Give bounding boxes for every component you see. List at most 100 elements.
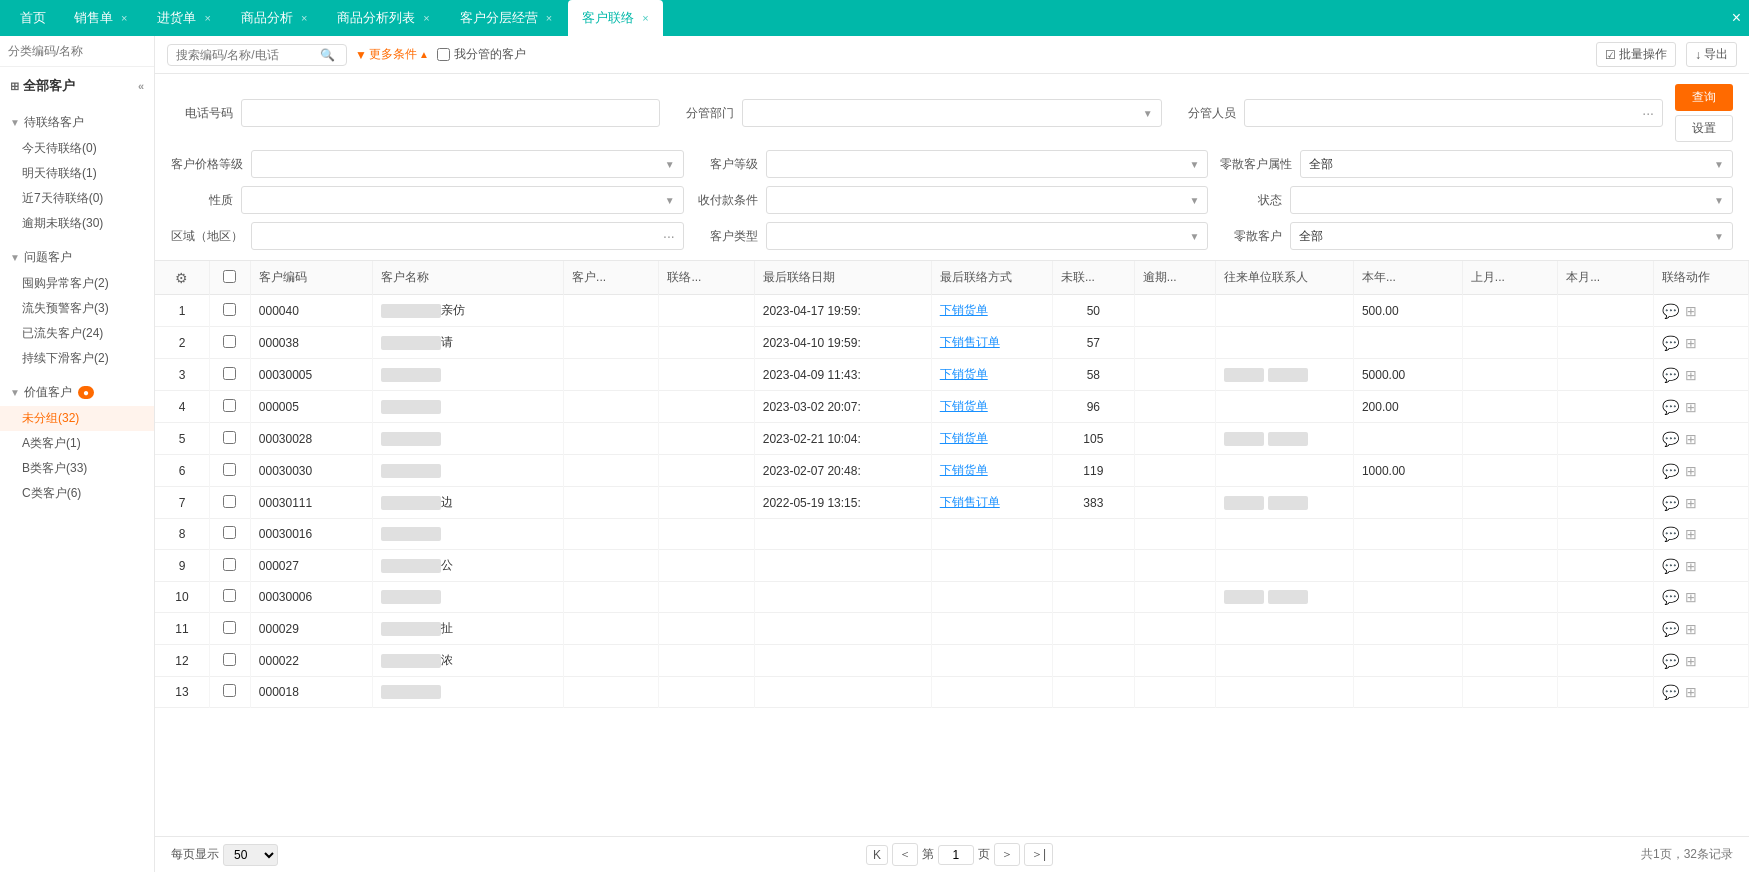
sidebar-item-churned[interactable]: 已流失客户(24) (0, 321, 154, 346)
grid-action-icon[interactable]: ⊞ (1685, 653, 1697, 669)
contact-method-link[interactable]: 下销货单 (940, 399, 988, 413)
nav-home[interactable]: 首页 (8, 0, 58, 36)
sidebar-item-class-c[interactable]: C类客户(6) (0, 481, 154, 506)
row-checkbox[interactable] (223, 653, 236, 666)
row-checkbox[interactable] (223, 621, 236, 634)
query-btn[interactable]: 查询 (1675, 84, 1733, 111)
retail-customer-select[interactable]: 全部 ▼ (1290, 222, 1733, 250)
message-icon[interactable]: 💬 (1662, 495, 1679, 511)
sidebar-collapse-btn[interactable]: « (138, 80, 144, 92)
grid-action-icon[interactable]: ⊞ (1685, 621, 1697, 637)
nav-tab-analysis[interactable]: 商品分析 × (227, 0, 321, 36)
nav-tab-analysis-list[interactable]: 商品分析列表 × (323, 0, 443, 36)
export-btn[interactable]: ↓ 导出 (1686, 42, 1737, 67)
nature-select[interactable]: ▼ (241, 186, 684, 214)
batch-operation-btn[interactable]: ☑ 批量操作 (1596, 42, 1676, 67)
message-icon[interactable]: 💬 (1662, 589, 1679, 605)
sidebar-item-7days[interactable]: 近7天待联络(0) (0, 186, 154, 211)
close-analysis-list-tab[interactable]: × (423, 0, 429, 36)
my-customers-filter[interactable]: 我分管的客户 (437, 46, 526, 63)
filter-search-icon[interactable]: 🔍 (320, 48, 335, 62)
contact-method-link[interactable]: 下销货单 (940, 431, 988, 445)
nav-tab-customer-segment[interactable]: 客户分层经营 × (446, 0, 566, 36)
contact-method-link[interactable]: 下销售订单 (940, 335, 1000, 349)
status-select[interactable]: ▼ (1290, 186, 1733, 214)
message-icon[interactable]: 💬 (1662, 526, 1679, 542)
sidebar-all-customers[interactable]: ⊞ 全部客户 « (0, 71, 154, 101)
contact-method-link[interactable]: 下销货单 (940, 367, 988, 381)
contact-method-link[interactable]: 下销售订单 (940, 495, 1000, 509)
gear-icon[interactable]: ⚙ (171, 268, 192, 288)
contact-method-link[interactable]: 下销货单 (940, 463, 988, 477)
first-page-btn[interactable]: K (866, 845, 888, 865)
message-icon[interactable]: 💬 (1662, 684, 1679, 700)
message-icon[interactable]: 💬 (1662, 653, 1679, 669)
row-checkbox[interactable] (223, 495, 236, 508)
window-close-btn[interactable]: × (1732, 9, 1741, 27)
filter-more-btn[interactable]: ▼ 更多条件 ▲ (355, 46, 429, 63)
sidebar-item-unclassified[interactable]: 未分组(32) (0, 406, 154, 431)
row-checkbox[interactable] (223, 684, 236, 697)
row-checkbox[interactable] (223, 463, 236, 476)
phone-input[interactable] (241, 99, 660, 127)
message-icon[interactable]: 💬 (1662, 558, 1679, 574)
close-sales-tab[interactable]: × (121, 0, 127, 36)
reset-btn[interactable]: 设置 (1675, 115, 1733, 142)
message-icon[interactable]: 💬 (1662, 399, 1679, 415)
row-checkbox[interactable] (223, 431, 236, 444)
last-page-btn[interactable]: ＞| (1024, 843, 1053, 866)
nav-tab-purchase[interactable]: 进货单 × (143, 0, 224, 36)
sidebar-pending-group[interactable]: ▼ 待联络客户 (0, 109, 154, 136)
message-icon[interactable]: 💬 (1662, 463, 1679, 479)
row-checkbox[interactable] (223, 303, 236, 316)
sidebar-value-group[interactable]: ▼ 价值客户 ● (0, 379, 154, 406)
person-select[interactable]: ··· (1244, 99, 1663, 127)
sidebar-search-input[interactable] (8, 44, 155, 58)
row-checkbox[interactable] (223, 526, 236, 539)
select-all-checkbox[interactable] (223, 270, 236, 283)
sidebar-item-overdue[interactable]: 逾期未联络(30) (0, 211, 154, 236)
grid-action-icon[interactable]: ⊞ (1685, 431, 1697, 447)
sidebar-item-churn-warning[interactable]: 流失预警客户(3) (0, 296, 154, 321)
grid-action-icon[interactable]: ⊞ (1685, 558, 1697, 574)
next-page-btn[interactable]: ＞ (994, 843, 1020, 866)
payment-select[interactable]: ▼ (766, 186, 1209, 214)
grid-action-icon[interactable]: ⊞ (1685, 589, 1697, 605)
sidebar-item-declining[interactable]: 持续下滑客户(2) (0, 346, 154, 371)
sidebar-item-class-a[interactable]: A类客户(1) (0, 431, 154, 456)
filter-search-input[interactable] (176, 48, 316, 62)
sidebar-item-tomorrow[interactable]: 明天待联络(1) (0, 161, 154, 186)
row-checkbox[interactable] (223, 589, 236, 602)
region-select[interactable]: ··· (251, 222, 684, 250)
message-icon[interactable]: 💬 (1662, 367, 1679, 383)
grid-action-icon[interactable]: ⊞ (1685, 526, 1697, 542)
nav-tab-sales[interactable]: 销售单 × (60, 0, 141, 36)
close-contact-tab[interactable]: × (642, 0, 648, 36)
contact-method-link[interactable]: 下销货单 (940, 303, 988, 317)
grid-action-icon[interactable]: ⊞ (1685, 367, 1697, 383)
row-checkbox[interactable] (223, 558, 236, 571)
message-icon[interactable]: 💬 (1662, 431, 1679, 447)
customer-level-select[interactable]: ▼ (766, 150, 1209, 178)
nav-tab-customer-contact[interactable]: 客户联络 × (568, 0, 662, 36)
row-checkbox[interactable] (223, 399, 236, 412)
message-icon[interactable]: 💬 (1662, 303, 1679, 319)
customer-type-select[interactable]: ▼ (766, 222, 1209, 250)
sidebar-problem-group[interactable]: ▼ 问题客户 (0, 244, 154, 271)
row-checkbox[interactable] (223, 335, 236, 348)
close-analysis-tab[interactable]: × (301, 0, 307, 36)
grid-action-icon[interactable]: ⊞ (1685, 495, 1697, 511)
sidebar-item-today[interactable]: 今天待联络(0) (0, 136, 154, 161)
close-purchase-tab[interactable]: × (204, 0, 210, 36)
retail-attr-select[interactable]: 全部 ▼ (1300, 150, 1733, 178)
per-page-select[interactable]: 102050100 (223, 844, 278, 866)
my-customers-checkbox[interactable] (437, 48, 450, 61)
grid-action-icon[interactable]: ⊞ (1685, 399, 1697, 415)
price-level-select[interactable]: ▼ (251, 150, 684, 178)
grid-action-icon[interactable]: ⊞ (1685, 463, 1697, 479)
grid-action-icon[interactable]: ⊞ (1685, 303, 1697, 319)
grid-action-icon[interactable]: ⊞ (1685, 335, 1697, 351)
prev-page-btn[interactable]: ＜ (892, 843, 918, 866)
page-number-input[interactable] (938, 845, 974, 865)
sidebar-item-class-b[interactable]: B类客户(33) (0, 456, 154, 481)
